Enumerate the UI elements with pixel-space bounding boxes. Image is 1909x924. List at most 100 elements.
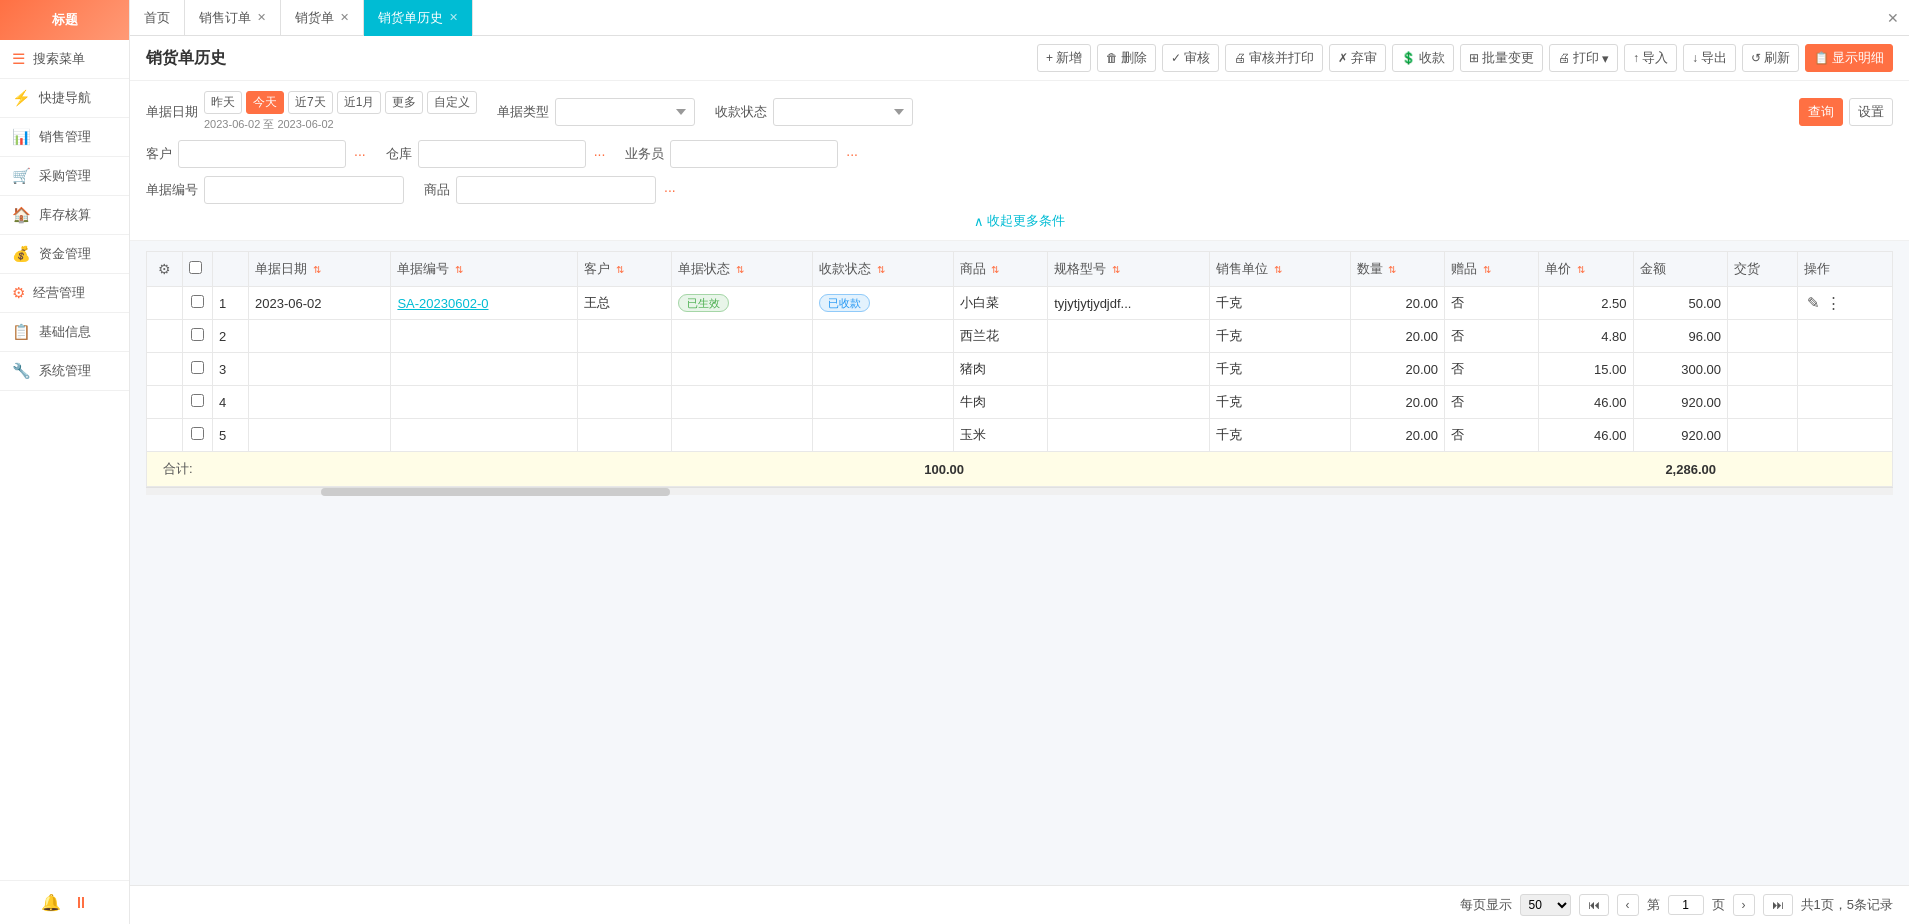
date-1month-btn[interactable]: 近1月 [337, 91, 382, 114]
import-button[interactable]: ↑ 导入 [1624, 44, 1677, 72]
import-icon: ↑ [1633, 51, 1639, 65]
doc-type-select[interactable] [555, 98, 695, 126]
row-checkbox[interactable] [191, 427, 204, 440]
date-label: 单据日期 [146, 103, 198, 121]
collect-status-select[interactable] [773, 98, 913, 126]
audit-button[interactable]: ✓ 审核 [1162, 44, 1219, 72]
first-page-button[interactable]: ⏮ [1579, 894, 1609, 916]
sidebar-item-search-menu[interactable]: ☰ 搜索菜单 [0, 40, 129, 79]
customer-dots-icon[interactable]: ··· [354, 146, 366, 162]
show-detail-button[interactable]: 📋 显示明细 [1805, 44, 1893, 72]
tab-sales-delivery[interactable]: 销货单 ✕ [281, 0, 364, 36]
col-product[interactable]: 商品 ⇅ [953, 252, 1047, 287]
col-customer-label: 客户 [584, 261, 610, 276]
row-checkbox[interactable] [191, 328, 204, 341]
row-doc-number [391, 386, 577, 419]
current-page-input[interactable] [1668, 895, 1704, 915]
close-sales-delivery-icon[interactable]: ✕ [340, 11, 349, 24]
sidebar-item-quick-nav[interactable]: ⚡ 快捷导航 [0, 79, 129, 118]
close-sales-order-icon[interactable]: ✕ [257, 11, 266, 24]
sidebar-item-purchase-mgmt[interactable]: 🛒 采购管理 [0, 157, 129, 196]
sidebar-item-ops-mgmt[interactable]: ⚙ 经营管理 [0, 274, 129, 313]
salesperson-dots-icon[interactable]: ··· [846, 146, 858, 162]
salesperson-input[interactable] [670, 140, 838, 168]
print-button[interactable]: 🖨 打印 ▾ [1549, 44, 1618, 72]
tab-sales-order[interactable]: 销售订单 ✕ [185, 0, 281, 36]
toolbar: + 新增 🗑 删除 ✓ 审核 🖨 审核并打印 ✗ 弃审 💲 收款 [1037, 44, 1893, 72]
salesperson-label: 业务员 [625, 145, 664, 163]
col-unit[interactable]: 销售单位 ⇅ [1209, 252, 1350, 287]
date-shortcuts: 昨天 今天 近7天 近1月 更多 自定义 [204, 91, 477, 114]
col-gear[interactable]: ⚙ [147, 252, 183, 287]
product-dots-icon[interactable]: ··· [664, 182, 676, 198]
more-action-icon[interactable]: ⋮ [1823, 294, 1844, 311]
delete-button[interactable]: 🗑 删除 [1097, 44, 1156, 72]
abandon-button[interactable]: ✗ 弃审 [1329, 44, 1386, 72]
product-input[interactable] [456, 176, 656, 204]
query-button[interactable]: 查询 [1799, 98, 1843, 126]
sidebar-item-sales-mgmt[interactable]: 📊 销售管理 [0, 118, 129, 157]
warehouse-dots-icon[interactable]: ··· [594, 146, 606, 162]
scrollbar-thumb[interactable] [321, 488, 670, 496]
row-checkbox[interactable] [191, 361, 204, 374]
row-checkbox-cell[interactable] [183, 320, 213, 353]
pause-icon[interactable]: ⏸ [73, 894, 89, 912]
horizontal-scrollbar[interactable] [146, 487, 1893, 495]
filter-group-doc-number: 单据编号 [146, 176, 404, 204]
row-checkbox-cell[interactable] [183, 353, 213, 386]
close-all-tabs-icon[interactable]: ✕ [1887, 10, 1899, 26]
collect-button[interactable]: 💲 收款 [1392, 44, 1454, 72]
close-sales-history-icon[interactable]: ✕ [449, 11, 458, 24]
refresh-button[interactable]: ↺ 刷新 [1742, 44, 1799, 72]
date-yesterday-btn[interactable]: 昨天 [204, 91, 242, 114]
col-doc-status[interactable]: 单据状态 ⇅ [672, 252, 813, 287]
row-checkbox[interactable] [191, 394, 204, 407]
col-doc-number[interactable]: 单据编号 ⇅ [391, 252, 577, 287]
date-7days-btn[interactable]: 近7天 [288, 91, 333, 114]
customer-input[interactable] [178, 140, 346, 168]
tab-sales-history[interactable]: 销货单历史 ✕ [364, 0, 473, 36]
row-unit-price: 4.80 [1539, 320, 1633, 353]
row-doc-number[interactable]: SA-20230602-0 [391, 287, 577, 320]
select-all-checkbox[interactable] [189, 261, 202, 274]
notification-icon[interactable]: 🔔 [41, 893, 61, 912]
row-gift: 否 [1445, 287, 1539, 320]
collapse-filter-button[interactable]: ∧ 收起更多条件 [146, 212, 1893, 230]
audit-icon: ✓ [1171, 51, 1181, 65]
col-collect-status[interactable]: 收款状态 ⇅ [813, 252, 954, 287]
table-gear-icon[interactable]: ⚙ [158, 261, 171, 277]
export-button[interactable]: ↓ 导出 [1683, 44, 1736, 72]
doc-number-input[interactable] [204, 176, 404, 204]
date-custom-btn[interactable]: 自定义 [427, 91, 477, 114]
warehouse-input[interactable] [418, 140, 586, 168]
row-checkbox-cell[interactable] [183, 386, 213, 419]
setting-button[interactable]: 设置 [1849, 98, 1893, 126]
sidebar-item-basic-info[interactable]: 📋 基础信息 [0, 313, 129, 352]
tab-home[interactable]: 首页 [130, 0, 185, 36]
date-today-btn[interactable]: 今天 [246, 91, 284, 114]
col-doc-date[interactable]: 单据日期 ⇅ [249, 252, 391, 287]
next-page-button[interactable]: › [1733, 894, 1755, 916]
doc-number-link[interactable]: SA-20230602-0 [397, 296, 488, 311]
last-page-button[interactable]: ⏭ [1763, 894, 1793, 916]
row-checkbox[interactable] [191, 295, 204, 308]
audit-print-button[interactable]: 🖨 审核并打印 [1225, 44, 1323, 72]
per-page-select[interactable]: 50 100 [1520, 894, 1571, 916]
export-icon: ↓ [1692, 51, 1698, 65]
row-checkbox-cell[interactable] [183, 419, 213, 452]
col-qty[interactable]: 数量 ⇅ [1350, 252, 1444, 287]
col-spec[interactable]: 规格型号 ⇅ [1048, 252, 1210, 287]
tabs-bar: 首页 销售订单 ✕ 销货单 ✕ 销货单历史 ✕ ✕ [130, 0, 1909, 36]
prev-page-button[interactable]: ‹ [1617, 894, 1639, 916]
sidebar-item-sys-mgmt[interactable]: 🔧 系统管理 [0, 352, 129, 391]
col-customer[interactable]: 客户 ⇅ [577, 252, 671, 287]
sidebar-item-capital-mgmt[interactable]: 💰 资金管理 [0, 235, 129, 274]
col-unit-price[interactable]: 单价 ⇅ [1539, 252, 1633, 287]
date-more-btn[interactable]: 更多 [385, 91, 423, 114]
batch-change-button[interactable]: ⊞ 批量变更 [1460, 44, 1543, 72]
col-gift[interactable]: 赠品 ⇅ [1445, 252, 1539, 287]
edit-action-icon[interactable]: ✎ [1804, 294, 1823, 311]
sidebar-item-inventory[interactable]: 🏠 库存核算 [0, 196, 129, 235]
add-button[interactable]: + 新增 [1037, 44, 1091, 72]
row-checkbox-cell[interactable] [183, 287, 213, 320]
